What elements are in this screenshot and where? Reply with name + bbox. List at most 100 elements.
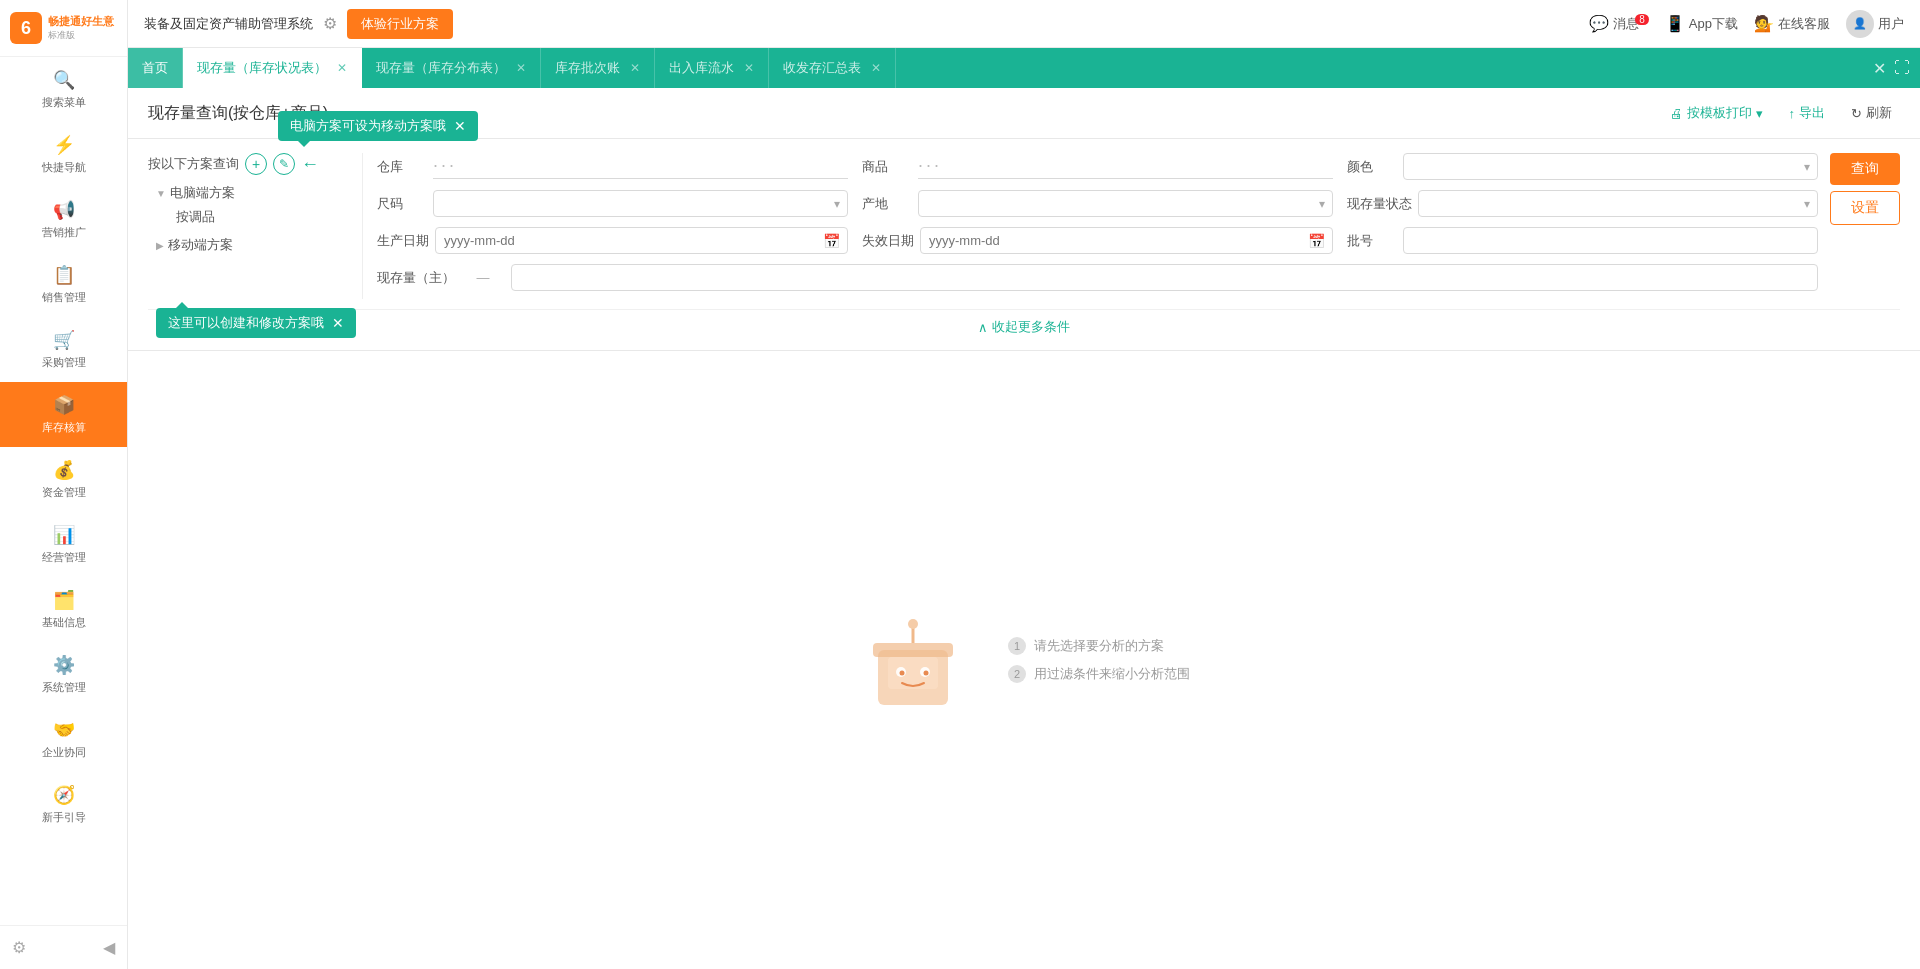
tab-batch-account[interactable]: 库存批次账 ✕ (541, 48, 655, 88)
sidebar-item-quick[interactable]: ⚡ 快捷导航 (0, 122, 127, 187)
sidebar-item-operation[interactable]: 📊 经营管理 (0, 512, 127, 577)
tab-home[interactable]: 首页 (128, 48, 183, 88)
empty-svg (858, 605, 968, 715)
set-button[interactable]: 设置 (1830, 191, 1900, 225)
svg-rect-2 (888, 657, 938, 689)
tab-batch-account-label: 库存批次账 (555, 59, 620, 77)
notification-badge: 8 (1635, 14, 1649, 25)
refresh-button[interactable]: ↻ 刷新 (1843, 100, 1900, 126)
tab-inventory-dist[interactable]: 现存量（库存分布表） ✕ (362, 48, 541, 88)
tooltip1-close[interactable]: ✕ (454, 118, 466, 134)
tab-in-out-flow-label: 出入库流水 (669, 59, 734, 77)
expiry-date-label: 失效日期 (862, 232, 914, 250)
production-date-input[interactable] (435, 227, 848, 254)
tab-batch-account-close[interactable]: ✕ (630, 61, 640, 75)
purchase-icon: 🛒 (53, 329, 75, 351)
refresh-icon: ↻ (1851, 106, 1862, 121)
user-action[interactable]: 👤 用户 (1846, 10, 1904, 38)
tab-in-out-flow[interactable]: 出入库流水 ✕ (655, 48, 769, 88)
logo-text: 畅捷通好生意 标准版 (48, 14, 114, 41)
tab-inventory-dist-label: 现存量（库存分布表） (376, 59, 506, 77)
sidebar-item-marketing[interactable]: 📢 营销推广 (0, 187, 127, 252)
origin-select[interactable] (918, 190, 1333, 217)
logo-icon: 6 (10, 12, 42, 44)
color-select[interactable] (1403, 153, 1818, 180)
action-buttons: 查询 设置 (1818, 153, 1900, 225)
page-area: 现存量查询(按仓库+商品) 🖨 按模板打印 ▾ ↑ 导出 ↻ 刷新 (128, 88, 1920, 969)
scheme-pc-group[interactable]: ▼ 电脑端方案 (152, 181, 348, 205)
sidebar-item-search[interactable]: 🔍 搜索菜单 (0, 57, 127, 122)
scheme-mobile-group[interactable]: ▶ 移动端方案 (152, 233, 348, 257)
tab-inventory-status[interactable]: 现存量（库存状况表） ✕ (183, 48, 362, 88)
stock-main-input[interactable] (511, 264, 1818, 291)
print-button[interactable]: 🖨 按模板打印 ▾ (1662, 100, 1771, 126)
empty-illustration (858, 605, 968, 715)
online-support-action[interactable]: 💁 在线客服 (1754, 14, 1830, 33)
production-date-field: 生产日期 📅 (377, 227, 848, 254)
sidebar-item-sales[interactable]: 📋 销售管理 (0, 252, 127, 317)
notification-action[interactable]: 💬 消息 8 (1589, 14, 1649, 33)
stock-status-field: 现存量状态 (1347, 190, 1818, 217)
collapse-row: ∧ 收起更多条件 (148, 309, 1900, 336)
header-left: 装备及固定资产辅助管理系统 ⚙ 体验行业方案 (144, 9, 453, 39)
filter-area: 按以下方案查询 + ✎ ← ▼ 电脑端方案 按调品 (128, 139, 1920, 351)
stock-status-label: 现存量状态 (1347, 195, 1412, 213)
app-download-action[interactable]: 📱 App下载 (1665, 14, 1738, 33)
scheme-pc-item-1[interactable]: 按调品 (152, 205, 348, 229)
inventory-icon: 📦 (53, 394, 75, 416)
arrow-left-icon[interactable]: ← (301, 154, 319, 175)
top-header: 装备及固定资产辅助管理系统 ⚙ 体验行业方案 💬 消息 8 📱 App下载 💁 … (128, 0, 1920, 48)
filter-fields-area: 仓库 ··· 商品 ··· (377, 153, 1818, 299)
tooltip2-close[interactable]: ✕ (332, 315, 344, 331)
sidebar-item-system[interactable]: ⚙️ 系统管理 (0, 642, 127, 707)
production-date-label: 生产日期 (377, 232, 429, 250)
tab-bar-actions: ✕ ⛶ (1863, 59, 1920, 78)
tab-inventory-status-label: 现存量（库存状况表） (197, 59, 327, 77)
edit-scheme-button[interactable]: ✎ (273, 153, 295, 175)
expiry-date-input[interactable] (920, 227, 1333, 254)
main-area: 装备及固定资产辅助管理系统 ⚙ 体验行业方案 💬 消息 8 📱 App下载 💁 … (128, 0, 1920, 969)
page-actions: 🖨 按模板打印 ▾ ↑ 导出 ↻ 刷新 (1662, 100, 1901, 126)
header-settings-icon[interactable]: ⚙ (323, 14, 337, 33)
phone-icon: 📱 (1665, 14, 1685, 33)
add-scheme-button[interactable]: + (245, 153, 267, 175)
sidebar-item-corp[interactable]: 🤝 企业协同 (0, 707, 127, 772)
tab-fullscreen-icon[interactable]: ⛶ (1894, 59, 1910, 77)
svg-rect-1 (873, 643, 953, 657)
tab-collect-summary[interactable]: 收发存汇总表 ✕ (769, 48, 896, 88)
basic-icon: 🗂️ (53, 589, 75, 611)
batch-field: 批号 (1347, 227, 1818, 254)
tab-in-out-flow-close[interactable]: ✕ (744, 61, 754, 75)
stock-status-select[interactable] (1418, 190, 1818, 217)
sidebar-item-inventory[interactable]: 📦 库存核算 (0, 382, 127, 447)
goods-dots: ··· (918, 155, 1333, 176)
query-button[interactable]: 查询 (1830, 153, 1900, 185)
tab-inventory-status-close[interactable]: ✕ (337, 61, 347, 75)
size-select[interactable] (433, 190, 848, 217)
size-field: 尺码 (377, 190, 848, 217)
collapse-button[interactable]: ∧ 收起更多条件 (978, 318, 1070, 336)
empty-step1: 1 请先选择要分析的方案 (1008, 637, 1190, 655)
app-download-label: App下载 (1689, 15, 1738, 33)
header-right: 💬 消息 8 📱 App下载 💁 在线客服 👤 用户 (1589, 10, 1904, 38)
size-label: 尺码 (377, 195, 427, 213)
batch-input[interactable] (1403, 227, 1818, 254)
sidebar-collapse-icon[interactable]: ◀ (103, 938, 115, 957)
print-dropdown-icon: ▾ (1756, 106, 1763, 121)
tab-inventory-dist-close[interactable]: ✕ (516, 61, 526, 75)
sidebar-item-basic[interactable]: 🗂️ 基础信息 (0, 577, 127, 642)
tab-close-all-icon[interactable]: ✕ (1873, 59, 1886, 78)
tab-collect-summary-close[interactable]: ✕ (871, 61, 881, 75)
finance-icon: 💰 (53, 459, 75, 481)
trial-button[interactable]: 体验行业方案 (347, 9, 453, 39)
sidebar-item-finance[interactable]: 💰 资金管理 (0, 447, 127, 512)
sidebar-item-guide[interactable]: 🧭 新手引导 (0, 772, 127, 837)
sidebar-item-purchase[interactable]: 🛒 采购管理 (0, 317, 127, 382)
export-button[interactable]: ↑ 导出 (1781, 100, 1834, 126)
marketing-icon: 📢 (53, 199, 75, 221)
sidebar-settings-icon[interactable]: ⚙ (12, 938, 26, 957)
filter-divider (362, 153, 363, 299)
print-icon: 🖨 (1670, 106, 1683, 121)
filter-label: 按以下方案查询 (148, 155, 239, 173)
step1-number: 1 (1008, 637, 1026, 655)
